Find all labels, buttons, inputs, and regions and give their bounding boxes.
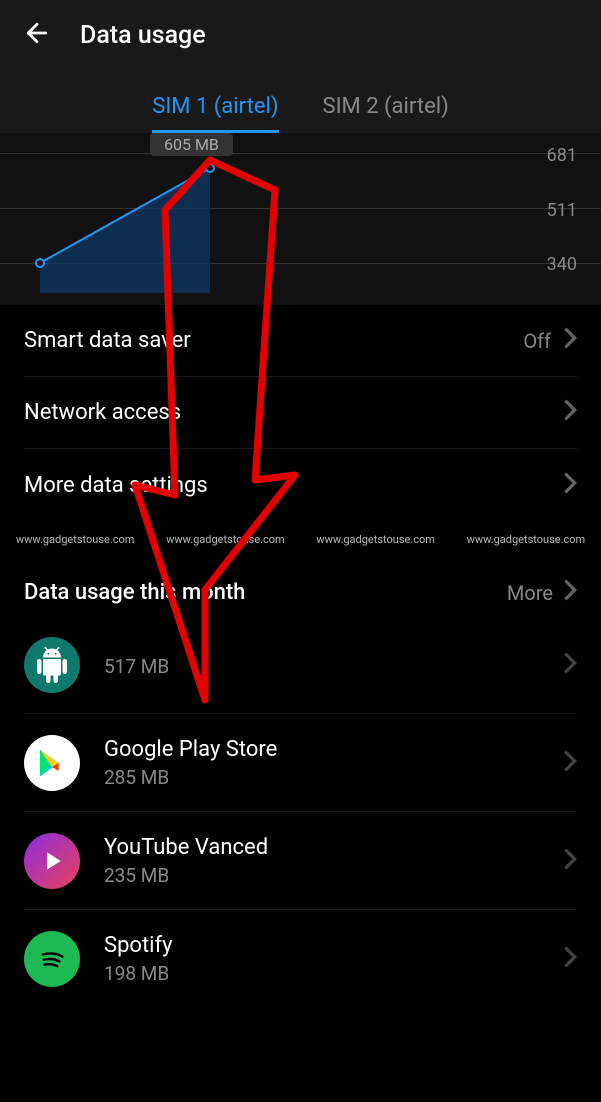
setting-label: Smart data saver xyxy=(24,328,191,353)
chevron-right-icon xyxy=(563,579,577,606)
watermark-text: www.gadgetstouse.com xyxy=(316,533,435,546)
app-usage: 517 MB xyxy=(104,655,539,678)
setting-more-data[interactable]: More data settings xyxy=(24,449,577,521)
chevron-right-icon xyxy=(563,327,577,354)
setting-network-access[interactable]: Network access xyxy=(24,377,577,449)
section-header: Data usage this month More xyxy=(0,557,601,616)
ytvanced-icon xyxy=(24,833,80,889)
spotify-icon xyxy=(24,931,80,987)
app-row-playstore[interactable]: Google Play Store 285 MB xyxy=(24,714,577,812)
header-bar: Data usage xyxy=(0,0,601,70)
page-title: Data usage xyxy=(80,21,206,50)
setting-label: More data settings xyxy=(24,473,208,498)
chevron-right-icon xyxy=(563,946,577,972)
watermark-text: www.gadgetstouse.com xyxy=(166,533,285,546)
sim-tabs: SIM 1 (airtel) SIM 2 (airtel) xyxy=(0,70,601,133)
y-label: 511 xyxy=(547,200,577,221)
usage-chart: 605 MB 681 511 340 xyxy=(0,133,601,293)
app-usage: 235 MB xyxy=(104,864,539,887)
app-name: YouTube Vanced xyxy=(104,835,539,860)
chevron-right-icon xyxy=(563,652,577,678)
section-more-link[interactable]: More xyxy=(507,579,577,606)
app-name: Google Play Store xyxy=(104,737,539,762)
more-label: More xyxy=(507,581,553,605)
playstore-icon xyxy=(24,735,80,791)
chart-area-svg xyxy=(30,133,230,293)
app-usage: 198 MB xyxy=(104,962,539,985)
watermark-bar: www.gadgetstouse.com www.gadgetstouse.co… xyxy=(0,521,601,557)
app-row-ytvanced[interactable]: YouTube Vanced 235 MB xyxy=(24,812,577,910)
back-icon[interactable] xyxy=(22,18,52,52)
setting-value: Off xyxy=(523,329,551,353)
app-row-android[interactable]: 517 MB xyxy=(24,616,577,714)
setting-smart-data-saver[interactable]: Smart data saver Off xyxy=(24,305,577,377)
app-usage: 285 MB xyxy=(104,766,539,789)
watermark-text: www.gadgetstouse.com xyxy=(16,533,135,546)
chart-y-labels: 681 511 340 xyxy=(547,133,577,293)
android-icon xyxy=(24,637,80,693)
y-label: 340 xyxy=(547,254,577,275)
settings-list: Smart data saver Off Network access More… xyxy=(0,293,601,521)
chart-badge: 605 MB xyxy=(150,133,233,156)
chevron-right-icon xyxy=(563,399,577,426)
watermark-text: www.gadgetstouse.com xyxy=(467,533,586,546)
tab-sim2[interactable]: SIM 2 (airtel) xyxy=(323,94,449,133)
tab-sim1[interactable]: SIM 1 (airtel) xyxy=(152,94,278,133)
app-row-spotify[interactable]: Spotify 198 MB xyxy=(24,910,577,1008)
y-label: 681 xyxy=(547,145,577,166)
chevron-right-icon xyxy=(563,750,577,776)
chevron-right-icon xyxy=(563,472,577,499)
app-list: 517 MB Google Play Store 285 MB YouTube … xyxy=(0,616,601,1008)
section-title: Data usage this month xyxy=(24,580,245,605)
chevron-right-icon xyxy=(563,848,577,874)
setting-label: Network access xyxy=(24,400,181,425)
app-name: Spotify xyxy=(104,933,539,958)
